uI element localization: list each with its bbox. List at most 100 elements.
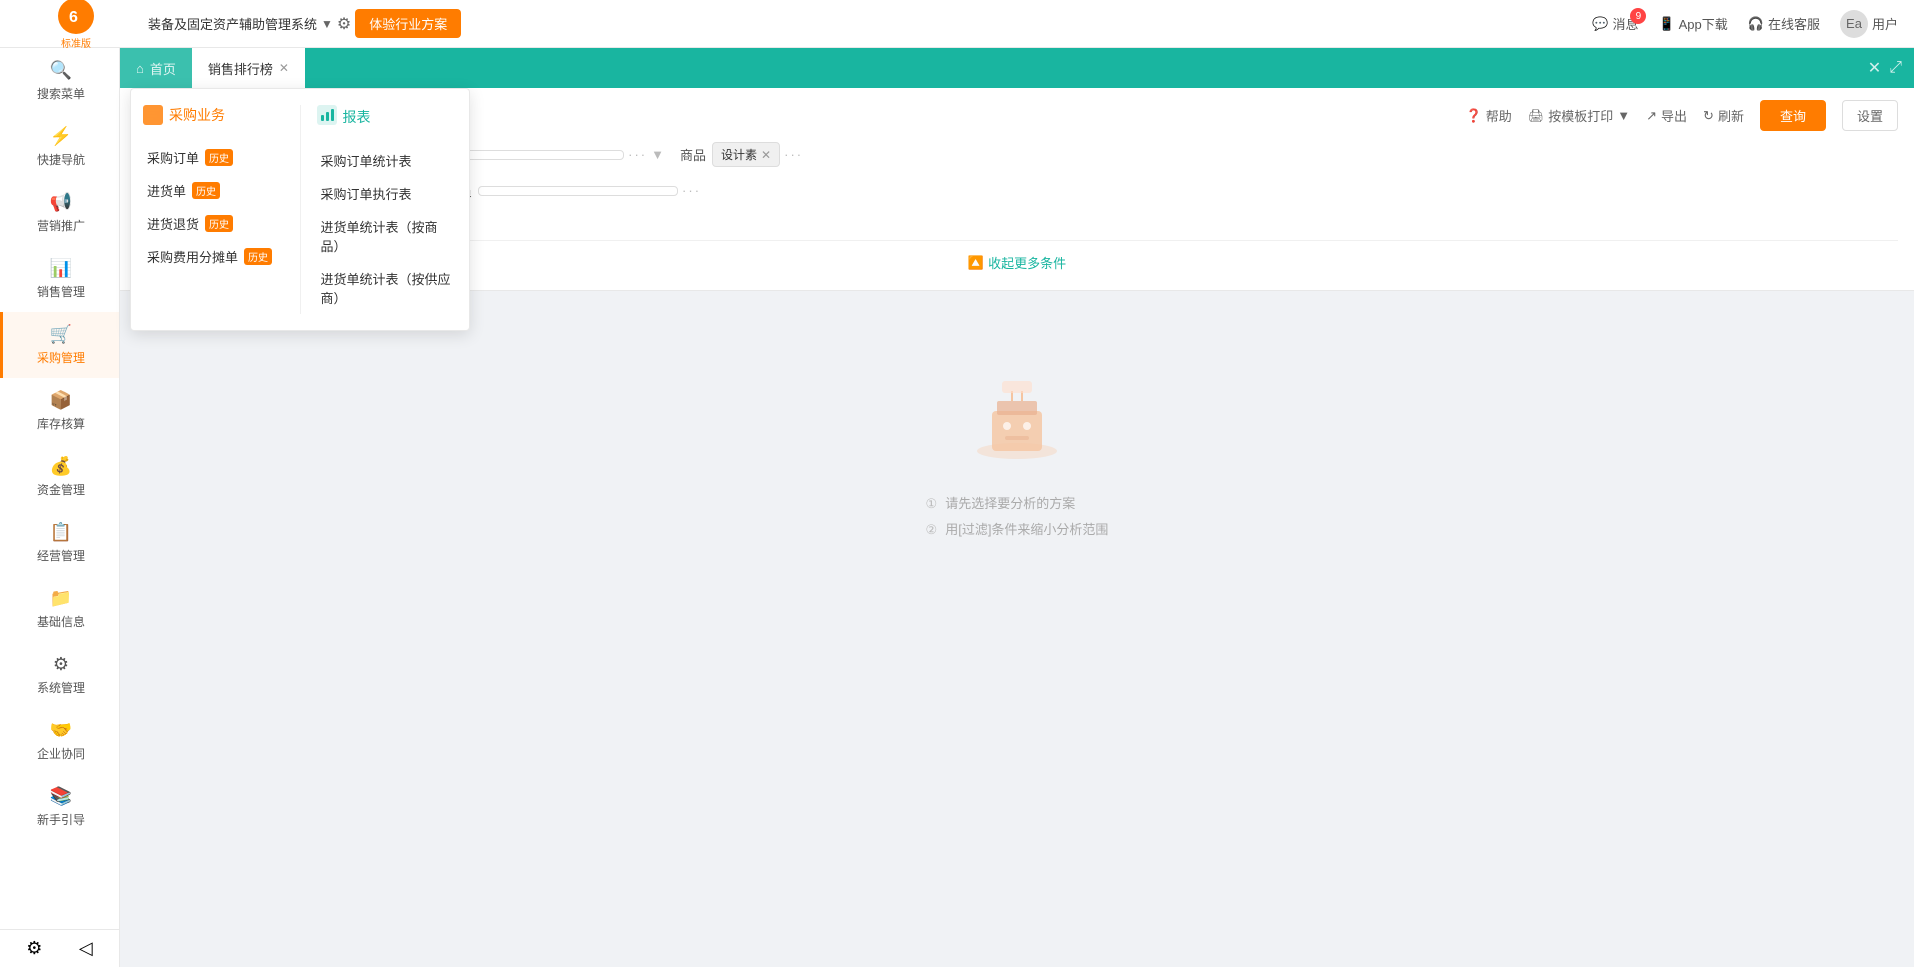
export-action[interactable]: ↗ 导出 xyxy=(1646,106,1687,125)
online-service-action[interactable]: 🎧 在线客服 xyxy=(1748,14,1820,33)
sidebar-item-marketing[interactable]: 📢 营销推广 xyxy=(0,180,119,246)
dropdown-divider xyxy=(300,105,301,314)
dropdown-item-purchase-order[interactable]: 采购订单 历史 xyxy=(143,141,284,174)
stock-icon: 📦 xyxy=(50,390,72,411)
base-icon: 📁 xyxy=(50,588,72,609)
maximize-icon[interactable]: ⤢ xyxy=(1889,59,1902,77)
dropdown-item-inbound-stats-supplier[interactable]: 进货单统计表（按供应商） xyxy=(317,262,458,314)
sidebar-item-coop[interactable]: 🤝 企业协同 xyxy=(0,708,119,774)
purchase-col-icon xyxy=(143,105,163,125)
gear-icon[interactable]: ⚙ xyxy=(337,14,351,34)
order-status-more[interactable]: ··· xyxy=(628,147,647,162)
headset-icon: 🎧 xyxy=(1748,16,1764,32)
goods-tag: 设计素 ✕ xyxy=(712,142,780,167)
purchase-dropdown-menu: 采购业务 采购订单 历史 进货单 历史 进货退货 历史 采购费用分摊单 历史 xyxy=(130,88,470,331)
dropdown-purchase-col: 采购业务 采购订单 历史 进货单 历史 进货退货 历史 采购费用分摊单 历史 xyxy=(131,105,296,314)
close-window-icon[interactable]: ✕ xyxy=(1868,58,1881,78)
report-col-icon xyxy=(317,105,337,128)
history-badge-1: 历史 xyxy=(192,182,220,199)
dropdown-item-inbound-stats-goods[interactable]: 进货单统计表（按商品） xyxy=(317,210,458,262)
goods-more[interactable]: ··· xyxy=(784,147,803,162)
collapse-icon: 🔼 xyxy=(968,255,984,271)
settings-icon[interactable]: ⚙ xyxy=(26,938,42,959)
sidebar: 🔍 搜索菜单 ⚡ 快捷导航 📢 营销推广 📊 销售管理 🛒 采购管理 📦 库存核… xyxy=(0,48,120,967)
industry-btn[interactable]: 体验行业方案 xyxy=(355,9,461,38)
app-logo: 6 标准版 xyxy=(16,0,136,50)
salesman-input[interactable] xyxy=(478,186,678,196)
tab-close-icon[interactable]: ✕ xyxy=(279,61,289,75)
tabbar: ⌂ 首页 销售排行榜 ✕ ✕ ⤢ xyxy=(120,48,1914,88)
refresh-icon: ↻ xyxy=(1703,108,1714,124)
sidebar-item-search[interactable]: 🔍 搜索菜单 xyxy=(0,48,119,114)
system-icon: ⚙ xyxy=(53,654,69,675)
dropdown-item-inbound[interactable]: 进货单 历史 xyxy=(143,174,284,207)
sidebar-item-sales[interactable]: 📊 销售管理 xyxy=(0,246,119,312)
dropdown-item-return[interactable]: 进货退货 历史 xyxy=(143,207,284,240)
sales-icon: 📊 xyxy=(50,258,72,279)
history-badge-3: 历史 xyxy=(244,248,272,265)
dropdown-purchase-header: 采购业务 xyxy=(143,105,284,129)
history-badge-2: 历史 xyxy=(205,215,233,232)
dropdown-item-po-exec[interactable]: 采购订单执行表 xyxy=(317,177,458,210)
empty-illustration xyxy=(957,371,1077,471)
empty-tips: 请先选择要分析的方案 用[过滤]条件来缩小分析范围 xyxy=(926,491,1109,543)
print-icon: 🖨 xyxy=(1528,108,1545,124)
dropdown-item-cost-alloc[interactable]: 采购费用分摊单 历史 xyxy=(143,240,284,273)
query-button[interactable]: 查询 xyxy=(1760,100,1826,131)
print-action[interactable]: 🖨 按模板打印 ▼ xyxy=(1528,106,1630,125)
sidebar-item-stock[interactable]: 📦 库存核算 xyxy=(0,378,119,444)
help-action[interactable]: ❓ 帮助 xyxy=(1466,106,1512,125)
sidebar-item-management[interactable]: 📋 经营管理 xyxy=(0,510,119,576)
collapse-button[interactable]: 🔼 收起更多条件 xyxy=(956,247,1078,278)
order-status-dropdown[interactable]: ▼ xyxy=(651,147,664,162)
history-badge-0: 历史 xyxy=(205,149,233,166)
collapse-sidebar-icon[interactable]: ◁ xyxy=(79,938,93,959)
logo-sub: 标准版 xyxy=(61,35,91,50)
home-icon: ⌂ xyxy=(136,61,144,76)
sidebar-item-guide[interactable]: 📚 新手引导 xyxy=(0,774,119,840)
message-badge: 9 xyxy=(1630,8,1646,24)
coop-icon: 🤝 xyxy=(50,720,72,741)
tab-sales-rank[interactable]: 销售排行榜 ✕ xyxy=(192,48,305,88)
export-icon: ↗ xyxy=(1646,108,1657,124)
refresh-action[interactable]: ↻ 刷新 xyxy=(1703,106,1744,125)
search-icon: 🔍 xyxy=(50,60,72,81)
user-action[interactable]: Ea 用户 xyxy=(1840,10,1898,38)
marketing-icon: 📢 xyxy=(50,192,72,213)
dropdown-report-col: 报表 采购订单统计表 采购订单执行表 进货单统计表（按商品） 进货单统计表（按供… xyxy=(305,105,470,314)
app-download-action[interactable]: 📱 App下载 xyxy=(1658,14,1727,33)
guide-icon: 📚 xyxy=(50,786,72,807)
filter-goods: 商品 设计素 ✕ ··· xyxy=(680,142,803,167)
salesman-more[interactable]: ··· xyxy=(682,183,701,198)
tabbar-right: ✕ ⤢ xyxy=(1868,58,1914,78)
print-dropdown-icon[interactable]: ▼ xyxy=(1617,108,1630,123)
goods-tag-close[interactable]: ✕ xyxy=(761,148,771,162)
logo-icon: 6 xyxy=(58,0,94,34)
sidebar-item-purchase[interactable]: 🛒 采购管理 xyxy=(0,312,119,378)
dropdown-report-header: 报表 xyxy=(317,105,458,132)
management-icon: 📋 xyxy=(50,522,72,543)
svg-text:6: 6 xyxy=(69,9,78,26)
sidebar-bottom: ⚙ ◁ xyxy=(0,929,119,967)
filter-salesman: 业务员 ··· xyxy=(433,181,701,200)
purchase-icon: 🛒 xyxy=(50,324,72,345)
system-name[interactable]: 装备及固定资产辅助管理系统 ▼ ⚙ xyxy=(148,14,355,34)
message-action[interactable]: 💬 消息 9 xyxy=(1592,14,1638,33)
sidebar-item-system[interactable]: ⚙ 系统管理 xyxy=(0,642,119,708)
finance-icon: 💰 xyxy=(50,456,72,477)
topbar: 6 标准版 装备及固定资产辅助管理系统 ▼ ⚙ 体验行业方案 💬 消息 9 📱 … xyxy=(0,0,1914,48)
dropdown-item-po-stats[interactable]: 采购订单统计表 xyxy=(317,144,458,177)
sidebar-item-finance[interactable]: 💰 资金管理 xyxy=(0,444,119,510)
nav-icon: ⚡ xyxy=(50,126,72,147)
avatar: Ea xyxy=(1840,10,1868,38)
topbar-actions: 💬 消息 9 📱 App下载 🎧 在线客服 Ea 用户 xyxy=(1592,10,1898,38)
sidebar-item-base[interactable]: 📁 基础信息 xyxy=(0,576,119,642)
help-icon: ❓ xyxy=(1466,108,1482,124)
tab-home[interactable]: ⌂ 首页 xyxy=(120,48,192,88)
dropdown-arrow-icon[interactable]: ▼ xyxy=(321,17,333,31)
empty-state: 请先选择要分析的方案 用[过滤]条件来缩小分析范围 xyxy=(120,291,1914,623)
phone-icon: 📱 xyxy=(1658,16,1674,32)
sidebar-item-nav[interactable]: ⚡ 快捷导航 xyxy=(0,114,119,180)
set-button[interactable]: 设置 xyxy=(1842,100,1898,131)
message-icon: 💬 xyxy=(1592,16,1608,32)
